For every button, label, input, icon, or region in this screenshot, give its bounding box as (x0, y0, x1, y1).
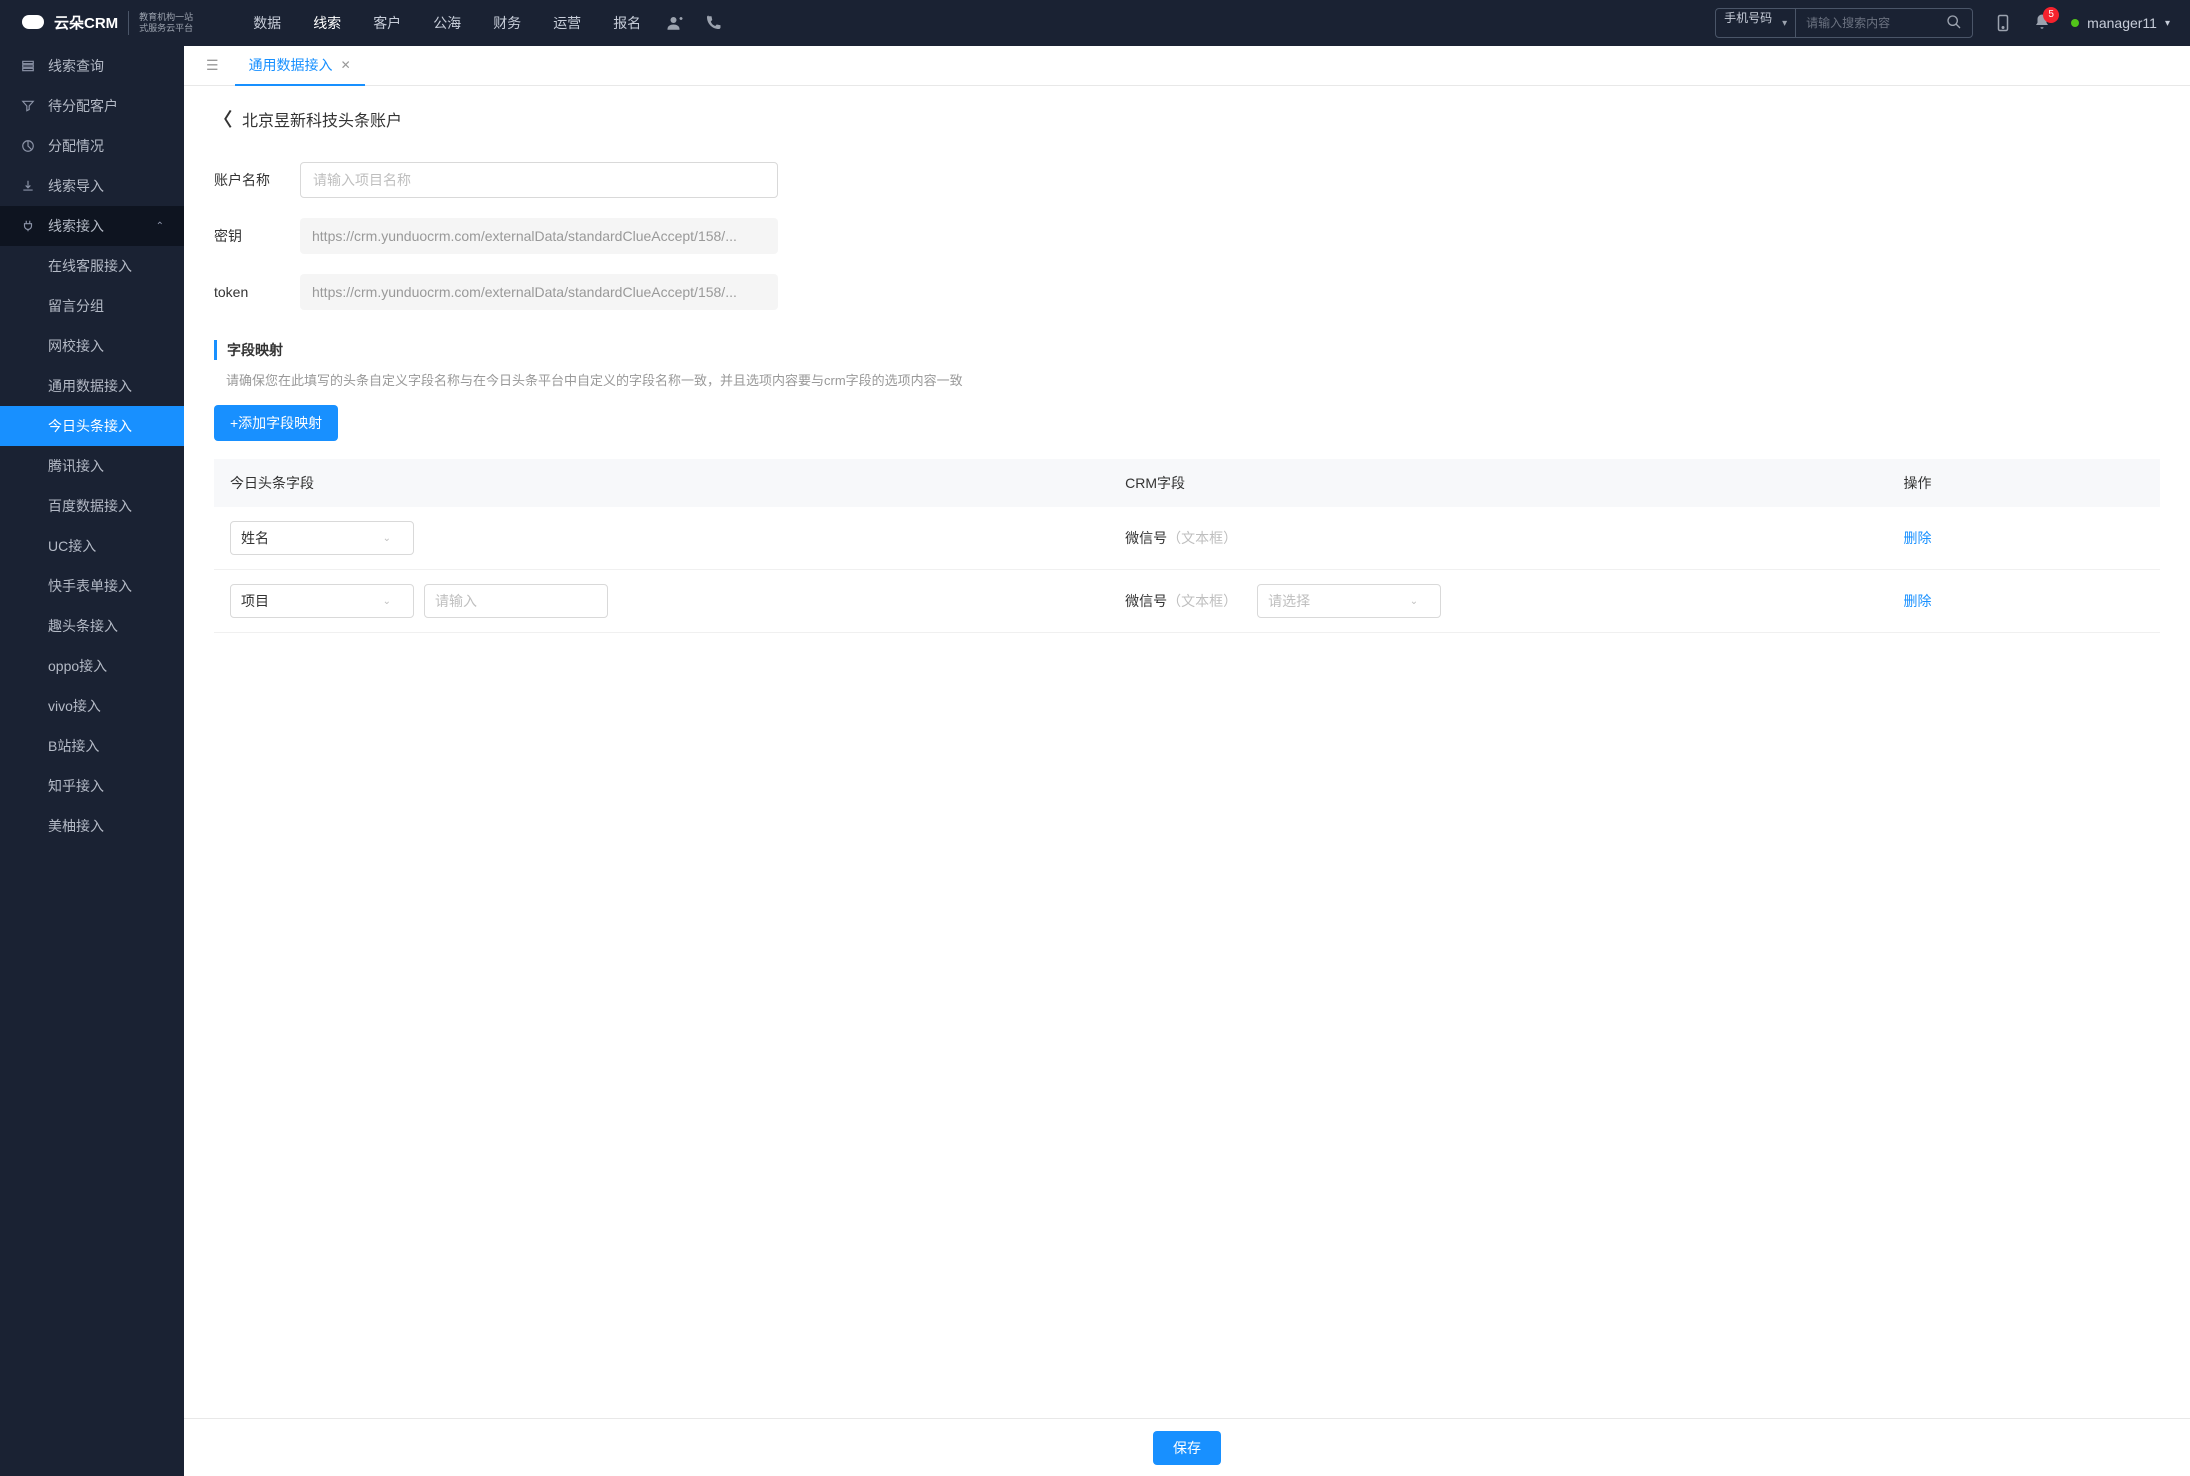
import-icon (20, 178, 36, 194)
sidebar-item-label: 线索导入 (48, 176, 104, 196)
chevron-down-icon: ▾ (1782, 18, 1787, 29)
brand-subtitle: 教育机构一站 式服务云平台 (139, 12, 193, 34)
page-content: 〈 北京昱新科技头条账户 账户名称 密钥 https://crm.yunduoc… (184, 86, 2190, 1476)
cloud-icon (20, 9, 48, 37)
search-input[interactable] (1796, 16, 1936, 30)
sidebar-item[interactable]: 线索导入 (0, 166, 184, 206)
mobile-icon[interactable] (1993, 13, 2013, 33)
sidebar-sub-item[interactable]: 腾讯接入 (0, 446, 184, 486)
sidebar-sub-item[interactable]: 百度数据接入 (0, 486, 184, 526)
pie-icon (20, 138, 36, 154)
page-title: 北京昱新科技头条账户 (242, 107, 402, 131)
filter-icon (20, 98, 36, 114)
nav-item[interactable]: 财务 (493, 13, 521, 33)
logo-divider (128, 11, 129, 35)
sidebar-item-label: 分配情况 (48, 136, 104, 156)
sidebar-sub-item[interactable]: 快手表单接入 (0, 566, 184, 606)
custom-field-input[interactable] (424, 584, 608, 618)
user-add-icon[interactable] (665, 13, 685, 33)
section-title: 字段映射 (214, 340, 2160, 360)
sidebar-sub-item[interactable]: UC接入 (0, 526, 184, 566)
app-header: 云朵CRM 教育机构一站 式服务云平台 数据 线索 客户 公海 财务 运营 报名 手机号码 … (0, 0, 2190, 46)
crm-field-type: （文本框） (1167, 593, 1237, 609)
chevron-down-icon: ⌄ (1410, 596, 1418, 607)
sidebar-item-label: 线索接入 (48, 216, 104, 236)
save-button[interactable]: 保存 (1153, 1431, 1221, 1465)
sidebar-item[interactable]: 分配情况 (0, 126, 184, 166)
chevron-down-icon: ⌄ (383, 596, 391, 607)
col-crm-field: CRM字段 (1109, 459, 1887, 507)
nav-item[interactable]: 客户 (373, 13, 401, 33)
nav-item[interactable]: 报名 (613, 13, 641, 33)
sidebar-sub-item[interactable]: vivo接入 (0, 686, 184, 726)
crm-field-type: （文本框） (1167, 530, 1237, 546)
plug-icon (20, 218, 36, 234)
status-dot-icon (2071, 19, 2079, 27)
nav-item[interactable]: 数据 (253, 13, 281, 33)
close-icon[interactable]: ✕ (341, 58, 351, 72)
tab-label: 通用数据接入 (249, 55, 333, 75)
nav-item[interactable]: 公海 (433, 13, 461, 33)
add-mapping-button[interactable]: +添加字段映射 (214, 405, 338, 441)
table-row: 姓名 ⌄ 微信号（文本框） 删除 (214, 507, 2160, 570)
sidebar-sub-item[interactable]: 趣头条接入 (0, 606, 184, 646)
token-label: token (214, 284, 284, 300)
notification-badge: 5 (2043, 7, 2059, 23)
sidebar-sub-item[interactable]: 知乎接入 (0, 766, 184, 806)
search-group: 手机号码 ▾ (1715, 8, 1973, 38)
back-icon[interactable]: 〈 (214, 106, 232, 132)
sidebar-item-label: 线索查询 (48, 56, 104, 76)
sidebar-item[interactable]: 待分配客户 (0, 86, 184, 126)
sidebar-item-label: 待分配客户 (48, 96, 118, 116)
key-label: 密钥 (214, 226, 284, 246)
sidebar: 线索查询待分配客户分配情况线索导入线索接入 ⌃ 在线客服接入留言分组网校接入通用数据… (0, 46, 184, 1476)
crm-select[interactable]: 请选择 ⌄ (1257, 584, 1441, 618)
search-type-select[interactable]: 手机号码 (1716, 9, 1780, 37)
nav-item[interactable]: 运营 (553, 13, 581, 33)
crm-field-name: 微信号 (1125, 530, 1167, 546)
delete-link[interactable]: 删除 (1904, 593, 1932, 609)
brand-logo: 云朵CRM 教育机构一站 式服务云平台 (20, 9, 193, 37)
chevron-up-icon: ⌃ (156, 221, 164, 232)
token-value: https://crm.yunduocrm.com/externalData/s… (300, 274, 778, 310)
sidebar-sub-item[interactable]: 今日头条接入 (0, 406, 184, 446)
table-row: 项目 ⌄ 微信号（文本框） 请选择 (214, 570, 2160, 633)
sidebar-sub-item[interactable]: 通用数据接入 (0, 366, 184, 406)
sidebar-item[interactable]: 线索接入 ⌃ (0, 206, 184, 246)
key-value: https://crm.yunduocrm.com/externalData/s… (300, 218, 778, 254)
account-label: 账户名称 (214, 170, 284, 190)
username: manager11 (2087, 15, 2157, 31)
notification-bell[interactable]: 5 (2033, 13, 2051, 34)
sidebar-item[interactable]: 线索查询 (0, 46, 184, 86)
delete-link[interactable]: 删除 (1904, 530, 1932, 546)
top-nav: 数据 线索 客户 公海 财务 运营 报名 (253, 13, 641, 33)
field-select[interactable]: 姓名 ⌄ (230, 521, 414, 555)
chevron-down-icon: ▾ (2165, 18, 2170, 29)
chevron-down-icon: ⌄ (383, 533, 391, 544)
search-icon[interactable] (1936, 14, 1972, 33)
sidebar-sub-item[interactable]: 美柚接入 (0, 806, 184, 846)
phone-icon[interactable] (703, 13, 723, 33)
sidebar-sub-item[interactable]: 在线客服接入 (0, 246, 184, 286)
section-desc: 请确保您在此填写的头条自定义字段名称与在今日头条平台中自定义的字段名称一致，并且… (214, 370, 2160, 389)
col-toutiao-field: 今日头条字段 (214, 459, 1109, 507)
nav-item[interactable]: 线索 (313, 13, 341, 33)
list-icon (20, 58, 36, 74)
tab-collapse-icon[interactable]: ☰ (200, 57, 225, 74)
sidebar-sub-item[interactable]: 留言分组 (0, 286, 184, 326)
tab-bar: ☰ 通用数据接入 ✕ (184, 46, 2190, 86)
user-menu[interactable]: manager11 ▾ (2071, 15, 2170, 31)
page-footer: 保存 (184, 1418, 2190, 1476)
sidebar-sub-item[interactable]: oppo接入 (0, 646, 184, 686)
crm-field-name: 微信号 (1125, 593, 1167, 609)
col-action: 操作 (1888, 459, 2160, 507)
tab-general-data[interactable]: 通用数据接入 ✕ (235, 46, 365, 86)
mapping-table: 今日头条字段 CRM字段 操作 姓名 ⌄ (214, 459, 2160, 633)
account-input[interactable] (300, 162, 778, 198)
sidebar-sub-item[interactable]: B站接入 (0, 726, 184, 766)
brand-name: 云朵CRM (54, 16, 118, 31)
field-select[interactable]: 项目 ⌄ (230, 584, 414, 618)
sidebar-sub-item[interactable]: 网校接入 (0, 326, 184, 366)
